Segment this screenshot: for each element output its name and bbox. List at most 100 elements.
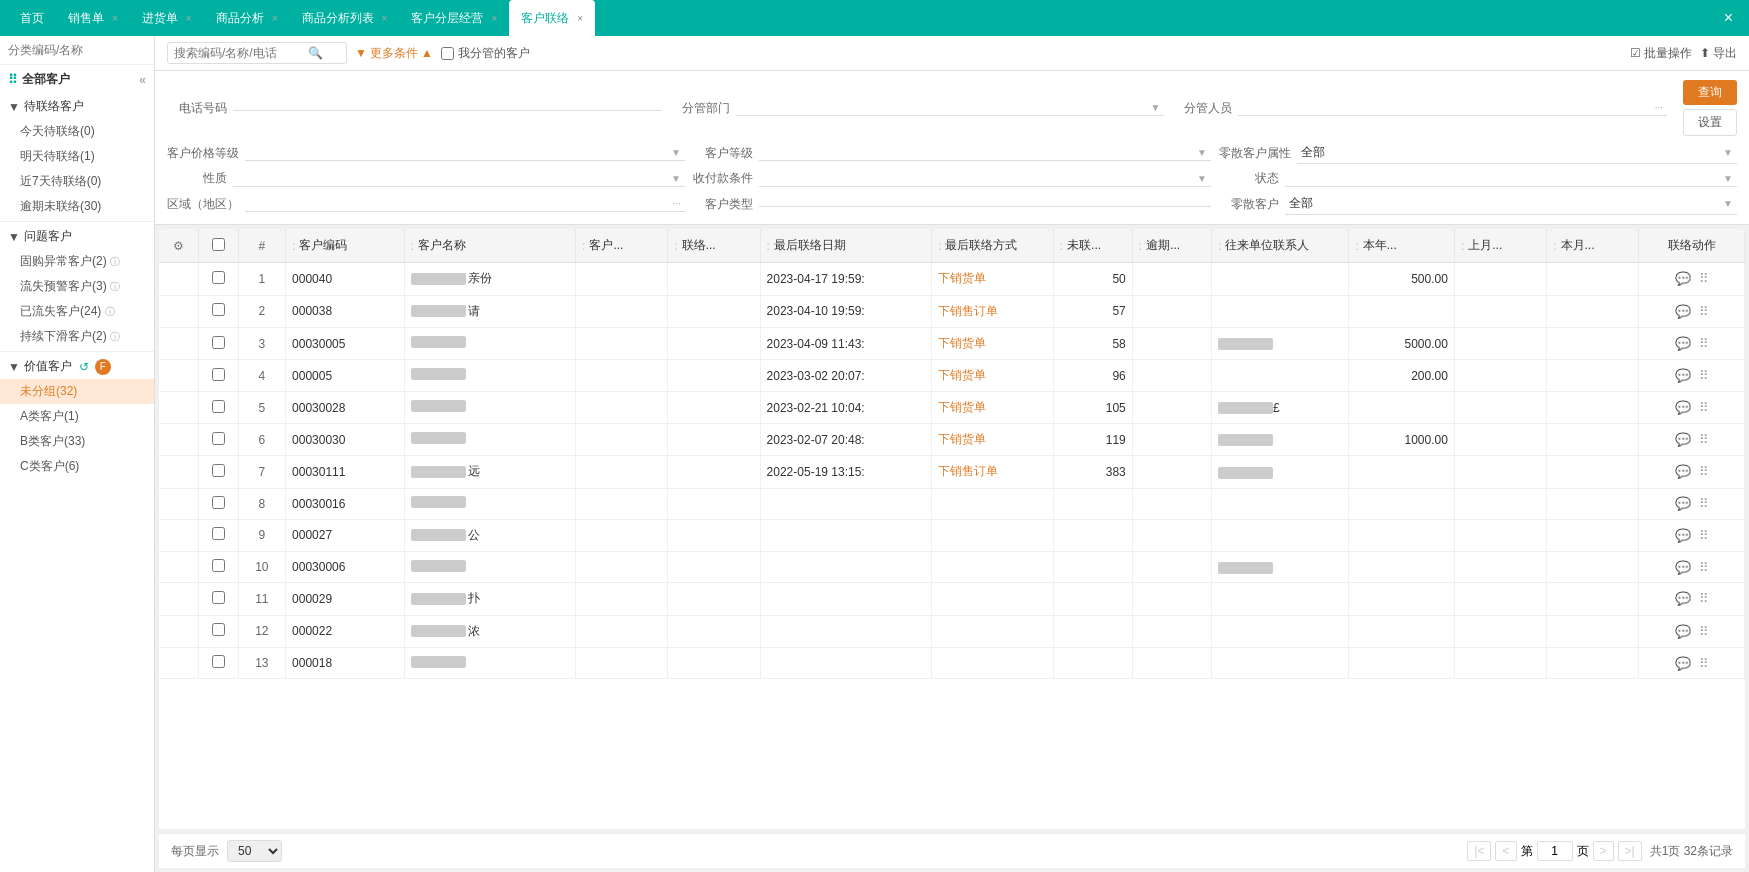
sidebar-item-lost[interactable]: 已流失客户(24) ⓘ	[0, 299, 154, 324]
filter-payment-select[interactable]: ▼	[759, 171, 1211, 187]
row-checkbox[interactable]	[212, 271, 225, 284]
filter-dept-select[interactable]: ▼	[736, 100, 1165, 116]
table-this-year-th[interactable]: :本年...	[1349, 229, 1454, 263]
search-input[interactable]	[174, 46, 304, 60]
first-page-button[interactable]: |<	[1467, 841, 1491, 861]
more-action-icon[interactable]: ⠿	[1699, 528, 1709, 543]
table-this-month-th[interactable]: :本月...	[1547, 229, 1639, 263]
more-action-icon[interactable]: ⠿	[1699, 432, 1709, 447]
tab-product-analysis[interactable]: 商品分析 ×	[204, 0, 290, 36]
sidebar-item-near7[interactable]: 近7天待联络(0)	[0, 169, 154, 194]
filter-nature-select[interactable]: ▼	[233, 171, 685, 187]
table-overdue-th[interactable]: :逾期...	[1132, 229, 1211, 263]
search-icon-filter[interactable]: 🔍	[308, 46, 323, 60]
row-checkbox[interactable]	[212, 464, 225, 477]
chat-icon[interactable]: 💬	[1675, 656, 1691, 671]
more-action-icon[interactable]: ⠿	[1699, 560, 1709, 575]
sidebar-item-classB[interactable]: B类客户(33)	[0, 429, 154, 454]
sidebar-item-classC[interactable]: C类客户(6)	[0, 454, 154, 479]
sidebar-group-value[interactable]: ▼ 价值客户 ↺ F	[0, 354, 154, 379]
row-check-cell[interactable]	[199, 519, 239, 552]
last-way-link[interactable]: 下销售订单	[938, 464, 998, 478]
last-page-button[interactable]: >|	[1618, 841, 1642, 861]
row-check-cell[interactable]	[199, 648, 239, 679]
sidebar-item-overdue[interactable]: 逾期未联络(30)	[0, 194, 154, 219]
export-button[interactable]: ⬆ 导出	[1700, 45, 1737, 62]
prev-page-button[interactable]: <	[1495, 841, 1516, 861]
batch-op-button[interactable]: ☑ 批量操作	[1630, 45, 1692, 62]
table-last-month-th[interactable]: :上月...	[1454, 229, 1546, 263]
close-customer-contact-tab[interactable]: ×	[577, 13, 583, 24]
chat-icon[interactable]: 💬	[1675, 528, 1691, 543]
row-checkbox[interactable]	[212, 623, 225, 636]
sidebar-item-unclassified[interactable]: 未分组(32)	[0, 379, 154, 404]
close-product-analysis-list-tab[interactable]: ×	[382, 13, 388, 24]
close-purchase-tab[interactable]: ×	[186, 13, 192, 24]
row-checkbox[interactable]	[212, 336, 225, 349]
row-check-cell[interactable]	[199, 424, 239, 456]
row-check-cell[interactable]	[199, 295, 239, 328]
table-last-date-th[interactable]: :最后联络日期	[760, 229, 931, 263]
filter-scatter-attr-select[interactable]: 全部 ▼	[1297, 142, 1737, 164]
sidebar-search-input[interactable]	[8, 43, 155, 57]
more-action-icon[interactable]: ⠿	[1699, 464, 1709, 479]
table-no-contact-th[interactable]: :未联...	[1053, 229, 1132, 263]
row-checkbox[interactable]	[212, 655, 225, 668]
sidebar-item-tomorrow[interactable]: 明天待联络(1)	[0, 144, 154, 169]
sidebar-item-today[interactable]: 今天待联络(0)	[0, 119, 154, 144]
row-checkbox[interactable]	[212, 496, 225, 509]
my-customer-checkbox[interactable]	[441, 47, 454, 60]
filter-scatter-select[interactable]: 全部 ▼	[1285, 193, 1737, 215]
last-way-link[interactable]: 下销货单	[938, 400, 986, 414]
row-checkbox[interactable]	[212, 400, 225, 413]
row-check-cell[interactable]	[199, 552, 239, 583]
refresh-value-icon[interactable]: ↺	[79, 360, 89, 374]
row-check-cell[interactable]	[199, 456, 239, 489]
filter-status-select[interactable]: ▼	[1285, 171, 1737, 187]
chat-icon[interactable]: 💬	[1675, 560, 1691, 575]
more-action-icon[interactable]: ⠿	[1699, 624, 1709, 639]
more-action-icon[interactable]: ⠿	[1699, 336, 1709, 351]
chat-icon[interactable]: 💬	[1675, 496, 1691, 511]
page-number-input[interactable]	[1537, 841, 1573, 861]
page-size-select[interactable]: 50 20 100	[227, 840, 282, 862]
tab-customer-contact[interactable]: 客户联络 ×	[509, 0, 595, 36]
row-check-cell[interactable]	[199, 263, 239, 296]
tab-home[interactable]: 首页	[8, 0, 56, 36]
reset-button[interactable]: 设置	[1683, 109, 1737, 136]
table-last-way-th[interactable]: :最后联络方式	[931, 229, 1053, 263]
row-check-cell[interactable]	[199, 392, 239, 424]
more-action-icon[interactable]: ⠿	[1699, 304, 1709, 319]
chat-icon[interactable]: 💬	[1675, 336, 1691, 351]
filter-customer-type-select[interactable]	[759, 202, 1211, 207]
select-all-checkbox[interactable]	[212, 238, 225, 251]
close-sales-tab[interactable]: ×	[112, 13, 118, 24]
more-action-icon[interactable]: ⠿	[1699, 400, 1709, 415]
row-check-cell[interactable]	[199, 488, 239, 519]
filter-customer-level-select[interactable]: ▼	[759, 145, 1211, 161]
close-product-analysis-tab[interactable]: ×	[272, 13, 278, 24]
filter-price-level-select[interactable]: ▼	[245, 145, 685, 161]
close-customer-segment-tab[interactable]: ×	[491, 13, 497, 24]
tab-product-analysis-list[interactable]: 商品分析列表 ×	[290, 0, 400, 36]
filter-region-select[interactable]: ···	[245, 196, 685, 212]
table-type-th[interactable]: :客户...	[576, 229, 668, 263]
sidebar-item-abnormal[interactable]: 固购异常客户(2) ⓘ	[0, 249, 154, 274]
chat-icon[interactable]: 💬	[1675, 304, 1691, 319]
sidebar-group-problem[interactable]: ▼ 问题客户	[0, 224, 154, 249]
chat-icon[interactable]: 💬	[1675, 432, 1691, 447]
tab-customer-segment[interactable]: 客户分层经营 ×	[399, 0, 509, 36]
table-code-th[interactable]: :客户编码	[286, 229, 405, 263]
query-button[interactable]: 查询	[1683, 80, 1737, 105]
row-check-cell[interactable]	[199, 328, 239, 360]
last-way-link[interactable]: 下销货单	[938, 336, 986, 350]
filter-phone-input[interactable]	[233, 106, 662, 111]
row-checkbox[interactable]	[212, 591, 225, 604]
row-check-cell[interactable]	[199, 615, 239, 648]
more-action-icon[interactable]: ⠿	[1699, 496, 1709, 511]
sidebar-item-classA[interactable]: A类客户(1)	[0, 404, 154, 429]
row-checkbox[interactable]	[212, 527, 225, 540]
more-action-icon[interactable]: ⠿	[1699, 271, 1709, 286]
more-filter-button[interactable]: ▼ 更多条件 ▲	[355, 45, 433, 62]
chat-icon[interactable]: 💬	[1675, 271, 1691, 286]
